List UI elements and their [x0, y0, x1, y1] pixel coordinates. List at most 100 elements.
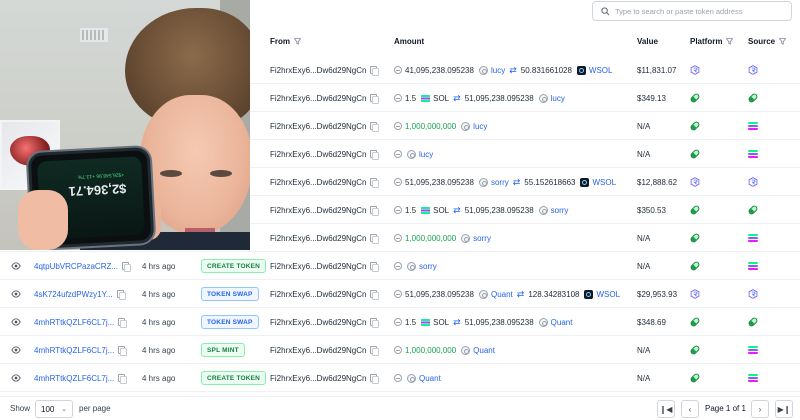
pill-icon[interactable]: [689, 112, 701, 140]
from-address-text[interactable]: Fi2hrxExy6...Dw6d29NgCn: [270, 290, 366, 299]
pill-icon[interactable]: [689, 84, 701, 112]
pill-icon[interactable]: [747, 308, 759, 336]
from-address[interactable]: Fi2hrxExy6...Dw6d29NgCn: [270, 280, 380, 308]
from-address[interactable]: Fi2hrxExy6...Dw6d29NgCn: [270, 140, 380, 168]
from-address[interactable]: Fi2hrxExy6...Dw6d29NgCn: [270, 252, 380, 280]
copy-icon[interactable]: [122, 262, 132, 272]
copy-icon[interactable]: [370, 94, 380, 104]
solana-icon[interactable]: [748, 252, 758, 280]
copy-icon[interactable]: [370, 206, 380, 216]
signature-text[interactable]: 4mhRTtkQZLF6CL7j...: [34, 318, 114, 327]
solana-icon[interactable]: [748, 364, 758, 392]
token-in-link[interactable]: Quant: [491, 290, 513, 299]
signature-link[interactable]: 4mhRTtkQZLF6CL7j...: [34, 364, 128, 392]
filter-icon[interactable]: [779, 38, 787, 45]
solana-icon[interactable]: [748, 224, 758, 252]
view-eye-icon[interactable]: [11, 252, 21, 280]
from-address[interactable]: Fi2hrxExy6...Dw6d29NgCn: [270, 224, 380, 252]
token-out-link[interactable]: sorry: [551, 206, 569, 215]
signature-link[interactable]: 4mhRTtkQZLF6CL7j...: [34, 336, 128, 364]
from-address[interactable]: Fi2hrxExy6...Dw6d29NgCn: [270, 84, 380, 112]
view-eye-icon[interactable]: [11, 280, 21, 308]
view-eye-icon[interactable]: [11, 364, 21, 392]
column-platform[interactable]: Platform: [690, 37, 734, 46]
token-out-link[interactable]: lucy: [551, 94, 565, 103]
raydium-icon[interactable]: [748, 56, 758, 84]
view-eye-icon[interactable]: [11, 336, 21, 364]
copy-icon[interactable]: [118, 346, 128, 356]
from-address-text[interactable]: Fi2hrxExy6...Dw6d29NgCn: [270, 346, 366, 355]
copy-icon[interactable]: [370, 346, 380, 356]
from-address-text[interactable]: Fi2hrxExy6...Dw6d29NgCn: [270, 234, 366, 243]
signature-text[interactable]: 4mhRTtkQZLF6CL7j...: [34, 346, 114, 355]
token-in-link[interactable]: sorry: [419, 262, 437, 271]
signature-link[interactable]: 4qtpUbVRCPazaCRZ...: [34, 252, 132, 280]
from-address-text[interactable]: Fi2hrxExy6...Dw6d29NgCn: [270, 318, 366, 327]
token-in-link[interactable]: Quant: [419, 374, 441, 383]
copy-icon[interactable]: [370, 290, 380, 300]
from-address[interactable]: Fi2hrxExy6...Dw6d29NgCn: [270, 168, 380, 196]
table-row[interactable]: 4mhRTtkQZLF6CL7j... 4 hrs ago TOKEN SWAP Fi…: [0, 308, 800, 336]
column-from[interactable]: From: [270, 37, 301, 46]
last-page-button[interactable]: ▶❙: [775, 400, 793, 418]
from-address-text[interactable]: Fi2hrxExy6...Dw6d29NgCn: [270, 262, 366, 271]
from-address-text[interactable]: Fi2hrxExy6...Dw6d29NgCn: [270, 206, 366, 215]
table-row[interactable]: 4mhRTtkQZLF6CL7j... 4 hrs ago SPL MINT Fi2h…: [0, 336, 800, 364]
per-page-select[interactable]: 100 ⌄: [35, 400, 73, 418]
table-row[interactable]: 4mhRTtkQZLF6CL7j... 4 hrs ago CREATE TOKEN…: [0, 364, 800, 392]
solana-icon[interactable]: [748, 112, 758, 140]
next-page-button[interactable]: ›: [751, 400, 769, 418]
from-address[interactable]: Fi2hrxExy6...Dw6d29NgCn: [270, 56, 380, 84]
pill-icon[interactable]: [747, 196, 759, 224]
from-address-text[interactable]: Fi2hrxExy6...Dw6d29NgCn: [270, 66, 366, 75]
token-search[interactable]: [592, 1, 792, 21]
signature-text[interactable]: 4qtpUbVRCPazaCRZ...: [34, 262, 118, 271]
solana-icon[interactable]: [748, 140, 758, 168]
copy-icon[interactable]: [370, 262, 380, 272]
copy-icon[interactable]: [370, 374, 380, 384]
copy-icon[interactable]: [370, 178, 380, 188]
table-row[interactable]: 4qtpUbVRCPazaCRZ... 4 hrs ago CREATE TOKEN…: [0, 252, 800, 280]
token-out-link[interactable]: Quant: [551, 318, 573, 327]
solana-icon[interactable]: [748, 336, 758, 364]
copy-icon[interactable]: [370, 66, 380, 76]
from-address-text[interactable]: Fi2hrxExy6...Dw6d29NgCn: [270, 122, 366, 131]
copy-icon[interactable]: [370, 234, 380, 244]
from-address-text[interactable]: Fi2hrxExy6...Dw6d29NgCn: [270, 178, 366, 187]
pill-icon[interactable]: [689, 336, 701, 364]
prev-page-button[interactable]: ‹: [681, 400, 699, 418]
pill-icon[interactable]: [689, 196, 701, 224]
filter-icon[interactable]: [294, 38, 301, 45]
from-address-text[interactable]: Fi2hrxExy6...Dw6d29NgCn: [270, 150, 366, 159]
from-address[interactable]: Fi2hrxExy6...Dw6d29NgCn: [270, 112, 380, 140]
signature-link[interactable]: 4sK724ufzdPWzy1Y...: [34, 280, 126, 308]
raydium-icon[interactable]: [748, 168, 758, 196]
token-in-link[interactable]: sorry: [491, 178, 509, 187]
table-row[interactable]: 4sK724ufzdPWzy1Y... 4 hrs ago TOKEN SWAP Fi…: [0, 280, 800, 308]
pill-icon[interactable]: [689, 140, 701, 168]
search-input[interactable]: [615, 6, 785, 16]
pill-icon[interactable]: [689, 364, 701, 392]
pill-icon[interactable]: [689, 224, 701, 252]
signature-text[interactable]: 4mhRTtkQZLF6CL7j...: [34, 374, 114, 383]
copy-icon[interactable]: [370, 122, 380, 132]
raydium-icon[interactable]: [748, 280, 758, 308]
raydium-icon[interactable]: [690, 168, 700, 196]
token-in-link[interactable]: sorry: [473, 234, 491, 243]
copy-icon[interactable]: [370, 150, 380, 160]
token-out-link[interactable]: WSOL: [596, 290, 620, 299]
copy-icon[interactable]: [370, 318, 380, 328]
from-address-text[interactable]: Fi2hrxExy6...Dw6d29NgCn: [270, 374, 366, 383]
signature-text[interactable]: 4sK724ufzdPWzy1Y...: [34, 290, 113, 299]
raydium-icon[interactable]: [690, 56, 700, 84]
view-eye-icon[interactable]: [11, 308, 21, 336]
column-source[interactable]: Source: [748, 37, 787, 46]
from-address[interactable]: Fi2hrxExy6...Dw6d29NgCn: [270, 196, 380, 224]
from-address-text[interactable]: Fi2hrxExy6...Dw6d29NgCn: [270, 94, 366, 103]
token-in-link[interactable]: lucy: [491, 66, 505, 75]
pill-icon[interactable]: [689, 308, 701, 336]
filter-icon[interactable]: [726, 38, 734, 45]
copy-icon[interactable]: [118, 318, 128, 328]
from-address[interactable]: Fi2hrxExy6...Dw6d29NgCn: [270, 364, 380, 392]
from-address[interactable]: Fi2hrxExy6...Dw6d29NgCn: [270, 336, 380, 364]
